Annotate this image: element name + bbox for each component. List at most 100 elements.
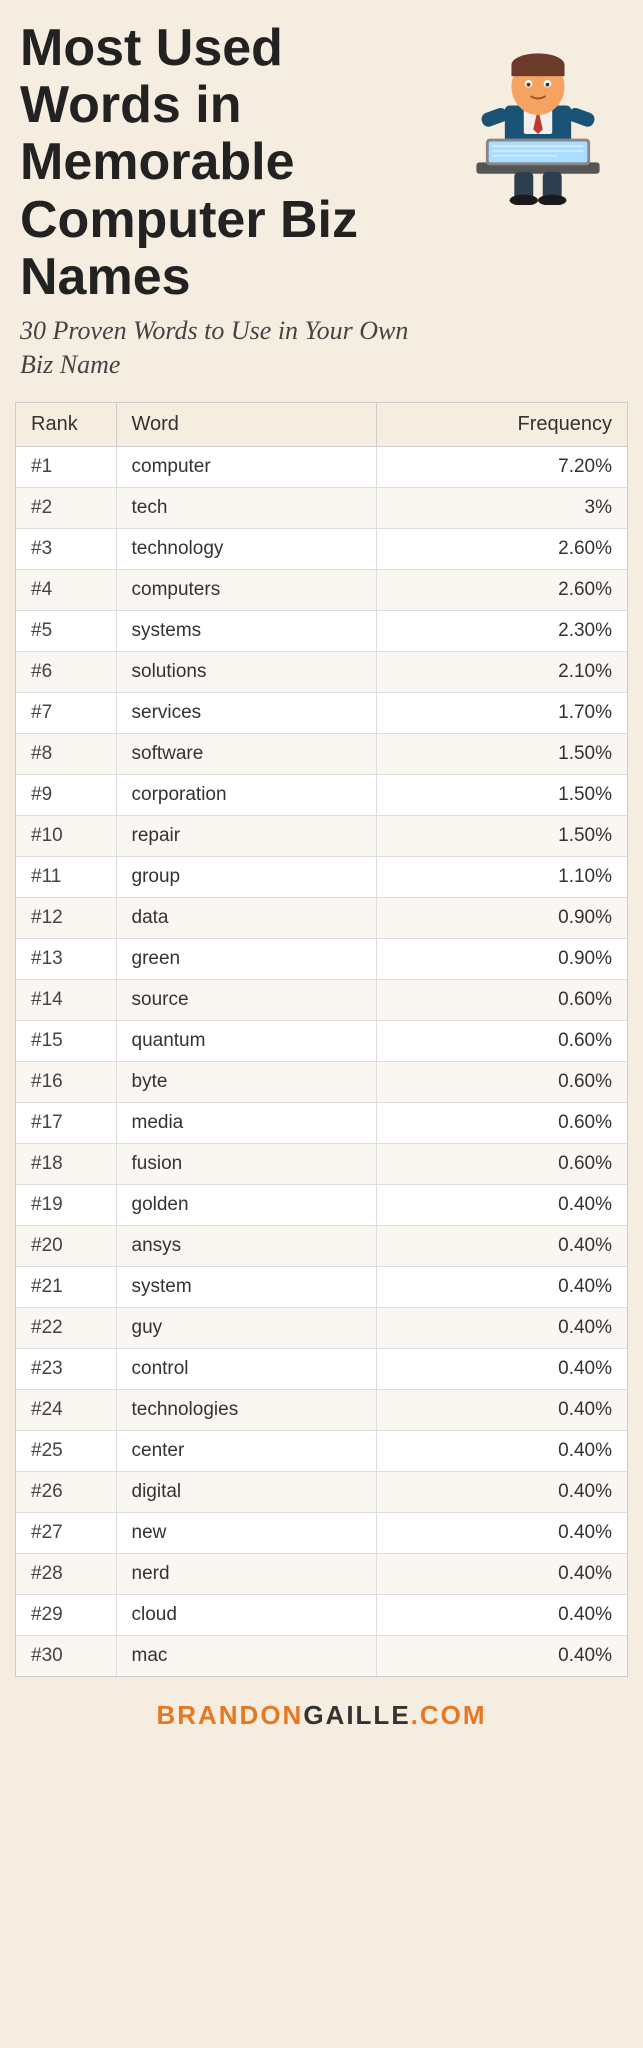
cell-word: nerd <box>116 1553 376 1594</box>
cell-word: services <box>116 692 376 733</box>
cell-word: green <box>116 938 376 979</box>
subtitle: 30 Proven Words to Use in Your Own Biz N… <box>20 314 443 382</box>
cell-rank: #1 <box>16 446 116 487</box>
cell-word: mac <box>116 1635 376 1676</box>
cell-frequency: 7.20% <box>376 446 627 487</box>
cell-frequency: 1.50% <box>376 774 627 815</box>
cell-frequency: 0.40% <box>376 1348 627 1389</box>
cell-frequency: 1.70% <box>376 692 627 733</box>
col-word: Word <box>116 403 376 447</box>
cell-rank: #2 <box>16 487 116 528</box>
cell-frequency: 0.40% <box>376 1225 627 1266</box>
table-row: #26digital0.40% <box>16 1471 627 1512</box>
cell-word: ansys <box>116 1225 376 1266</box>
cell-rank: #20 <box>16 1225 116 1266</box>
person-illustration <box>458 25 618 205</box>
cell-frequency: 0.40% <box>376 1553 627 1594</box>
cell-word: repair <box>116 815 376 856</box>
cell-rank: #17 <box>16 1102 116 1143</box>
table-row: #15quantum0.60% <box>16 1020 627 1061</box>
cell-frequency: 2.60% <box>376 569 627 610</box>
cell-word: new <box>116 1512 376 1553</box>
cell-frequency: 1.10% <box>376 856 627 897</box>
cell-word: computer <box>116 446 376 487</box>
footer-section: BRANDONGAILLE.COM <box>15 1692 628 1739</box>
cell-frequency: 0.90% <box>376 897 627 938</box>
cell-word: systems <box>116 610 376 651</box>
cell-frequency: 0.40% <box>376 1471 627 1512</box>
table-row: #29cloud0.40% <box>16 1594 627 1635</box>
table-row: #25center0.40% <box>16 1430 627 1471</box>
table-header-row: Rank Word Frequency <box>16 403 627 447</box>
cell-rank: #12 <box>16 897 116 938</box>
table-row: #6solutions2.10% <box>16 651 627 692</box>
cell-rank: #5 <box>16 610 116 651</box>
cell-frequency: 2.10% <box>376 651 627 692</box>
cell-word: tech <box>116 487 376 528</box>
cell-word: control <box>116 1348 376 1389</box>
table-row: #4computers2.60% <box>16 569 627 610</box>
cell-word: byte <box>116 1061 376 1102</box>
table-row: #5systems2.30% <box>16 610 627 651</box>
cell-rank: #11 <box>16 856 116 897</box>
cell-rank: #23 <box>16 1348 116 1389</box>
table-row: #11group1.10% <box>16 856 627 897</box>
table-row: #24technologies0.40% <box>16 1389 627 1430</box>
cell-frequency: 0.40% <box>376 1430 627 1471</box>
table-row: #16byte0.60% <box>16 1061 627 1102</box>
cell-rank: #19 <box>16 1184 116 1225</box>
cell-frequency: 1.50% <box>376 733 627 774</box>
cell-word: technology <box>116 528 376 569</box>
cell-frequency: 2.60% <box>376 528 627 569</box>
cell-word: computers <box>116 569 376 610</box>
cell-frequency: 0.40% <box>376 1594 627 1635</box>
cell-frequency: 0.60% <box>376 1143 627 1184</box>
cell-frequency: 1.50% <box>376 815 627 856</box>
col-frequency: Frequency <box>376 403 627 447</box>
table-row: #9corporation1.50% <box>16 774 627 815</box>
cell-rank: #22 <box>16 1307 116 1348</box>
cell-word: center <box>116 1430 376 1471</box>
cell-rank: #8 <box>16 733 116 774</box>
cell-frequency: 0.40% <box>376 1184 627 1225</box>
cell-word: quantum <box>116 1020 376 1061</box>
main-title: Most Used Words in Memorable Computer Bi… <box>20 20 443 306</box>
cell-rank: #16 <box>16 1061 116 1102</box>
cell-word: software <box>116 733 376 774</box>
col-rank: Rank <box>16 403 116 447</box>
cell-rank: #15 <box>16 1020 116 1061</box>
table-row: #13green0.90% <box>16 938 627 979</box>
table-row: #2tech3% <box>16 487 627 528</box>
table-row: #20ansys0.40% <box>16 1225 627 1266</box>
page-wrapper: Most Used Words in Memorable Computer Bi… <box>0 0 643 1739</box>
table-row: #7services1.70% <box>16 692 627 733</box>
cell-word: golden <box>116 1184 376 1225</box>
cell-word: technologies <box>116 1389 376 1430</box>
cell-frequency: 0.60% <box>376 1061 627 1102</box>
cell-word: source <box>116 979 376 1020</box>
table-row: #14source0.60% <box>16 979 627 1020</box>
footer-brand-part2: GAILLE <box>303 1700 410 1730</box>
cell-rank: #27 <box>16 1512 116 1553</box>
table-row: #27new0.40% <box>16 1512 627 1553</box>
cell-rank: #30 <box>16 1635 116 1676</box>
cell-word: corporation <box>116 774 376 815</box>
cell-word: group <box>116 856 376 897</box>
cell-frequency: 0.60% <box>376 979 627 1020</box>
cell-rank: #14 <box>16 979 116 1020</box>
cell-frequency: 0.40% <box>376 1512 627 1553</box>
table-row: #10repair1.50% <box>16 815 627 856</box>
table-row: #28nerd0.40% <box>16 1553 627 1594</box>
cell-word: cloud <box>116 1594 376 1635</box>
cell-word: guy <box>116 1307 376 1348</box>
cell-rank: #29 <box>16 1594 116 1635</box>
cell-rank: #28 <box>16 1553 116 1594</box>
cell-frequency: 0.40% <box>376 1635 627 1676</box>
cell-word: solutions <box>116 651 376 692</box>
table-row: #19golden0.40% <box>16 1184 627 1225</box>
footer-brand-part1: BRANDON <box>156 1700 303 1730</box>
table-row: #1computer7.20% <box>16 446 627 487</box>
table-row: #23control0.40% <box>16 1348 627 1389</box>
header-section: Most Used Words in Memorable Computer Bi… <box>0 0 643 392</box>
cell-rank: #4 <box>16 569 116 610</box>
